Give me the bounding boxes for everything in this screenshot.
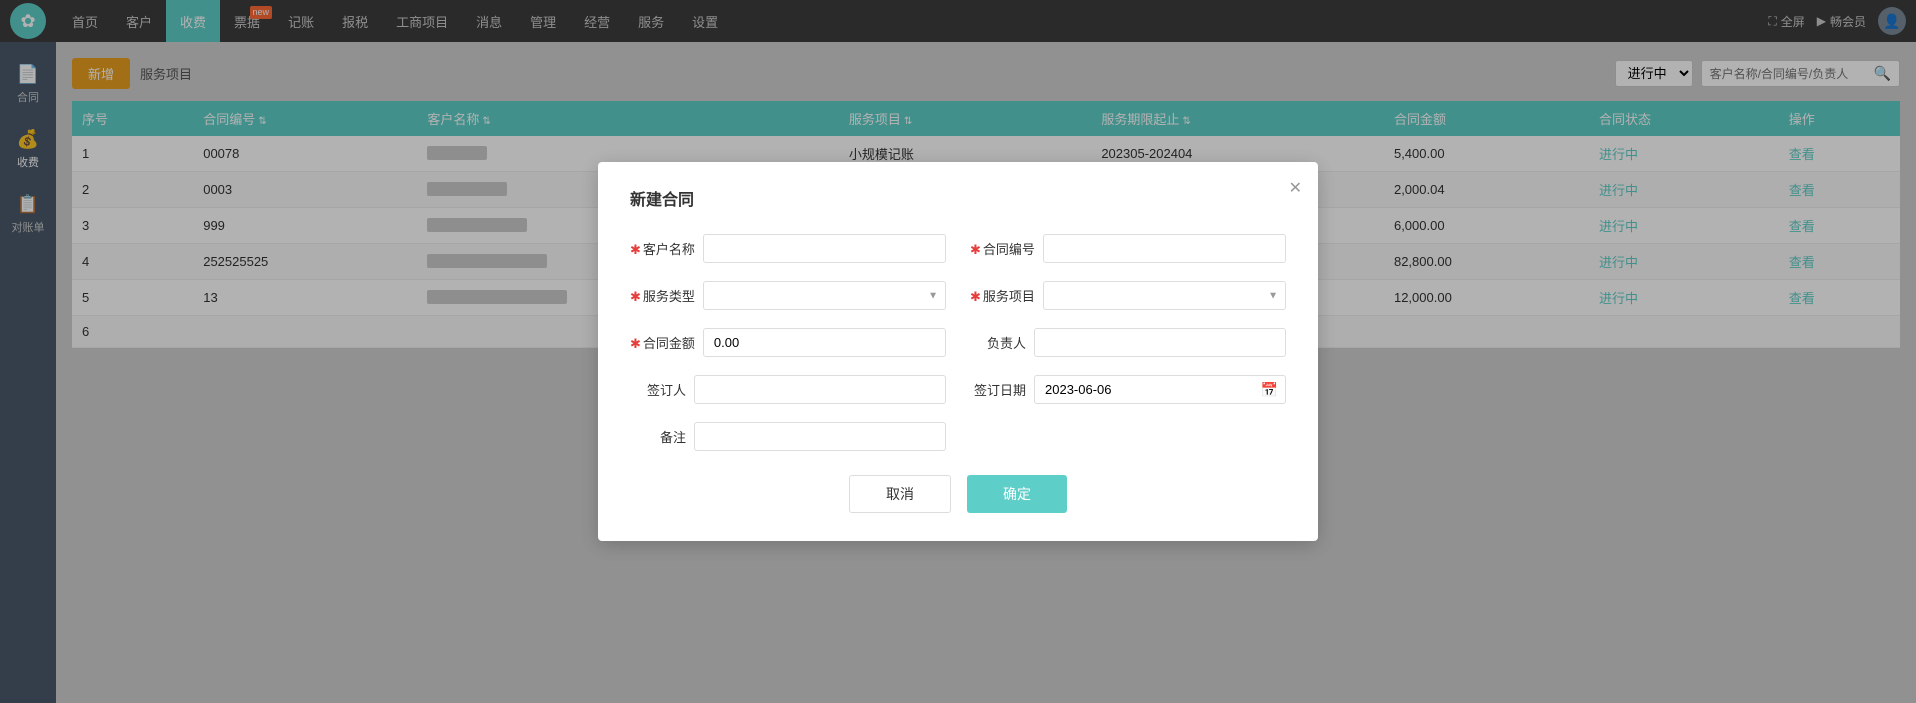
sign-date-label: 签订日期 [970,380,1026,399]
service-item-field: ✱服务项目 [970,281,1286,310]
remark-input[interactable] [694,422,946,451]
contract-no-input[interactable] [1043,234,1286,263]
required-marker-4: ✱ [970,289,981,304]
remark-field: 备注 [630,422,946,451]
required-marker-5: ✱ [630,336,641,351]
modal-footer: 取消 确定 [630,475,1286,513]
form-row-1: ✱客户名称 ✱合同编号 [630,234,1286,263]
remark-label: 备注 [630,427,686,446]
form-row-4: 签订人 签订日期 📅 [630,375,1286,404]
signer-label: 签订人 [630,380,686,399]
service-item-label: ✱服务项目 [970,286,1035,305]
required-marker: ✱ [630,242,641,257]
confirm-button[interactable]: 确定 [967,475,1067,513]
required-marker-3: ✱ [630,289,641,304]
contract-no-label: ✱合同编号 [970,239,1035,258]
contract-amount-label: ✱合同金额 [630,333,695,352]
responsible-person-field: 负责人 [970,328,1286,357]
customer-name-label: ✱客户名称 [630,239,695,258]
responsible-person-label: 负责人 [970,333,1026,352]
service-type-select-wrapper [703,281,946,310]
signer-input[interactable] [694,375,946,404]
service-type-select[interactable] [703,281,946,310]
form-row-3: ✱合同金额 负责人 [630,328,1286,357]
signer-field: 签订人 [630,375,946,404]
customer-name-field: ✱客户名称 [630,234,946,263]
form-row-2: ✱服务类型 ✱服务项目 [630,281,1286,310]
service-type-field: ✱服务类型 [630,281,946,310]
customer-name-input[interactable] [703,234,946,263]
cancel-button[interactable]: 取消 [849,475,951,513]
service-item-select-wrapper [1043,281,1286,310]
contract-amount-input[interactable] [703,328,946,357]
responsible-person-input[interactable] [1034,328,1286,357]
modal-overlay: 新建合同 ✕ ✱客户名称 ✱合同编号 ✱服务类型 [0,0,1916,703]
service-type-label: ✱服务类型 [630,286,695,305]
calendar-icon[interactable]: 📅 [1261,381,1278,398]
modal-title: 新建合同 [630,186,1286,210]
service-item-select[interactable] [1043,281,1286,310]
contract-amount-field: ✱合同金额 [630,328,946,357]
sign-date-input[interactable] [1034,375,1286,404]
form-row-5: 备注 [630,422,1286,451]
required-marker-2: ✱ [970,242,981,257]
modal-close-button[interactable]: ✕ [1289,178,1302,198]
contract-no-field: ✱合同编号 [970,234,1286,263]
sign-date-wrapper: 📅 [1034,375,1286,404]
sign-date-field: 签订日期 📅 [970,375,1286,404]
new-contract-modal: 新建合同 ✕ ✱客户名称 ✱合同编号 ✱服务类型 [598,162,1318,541]
